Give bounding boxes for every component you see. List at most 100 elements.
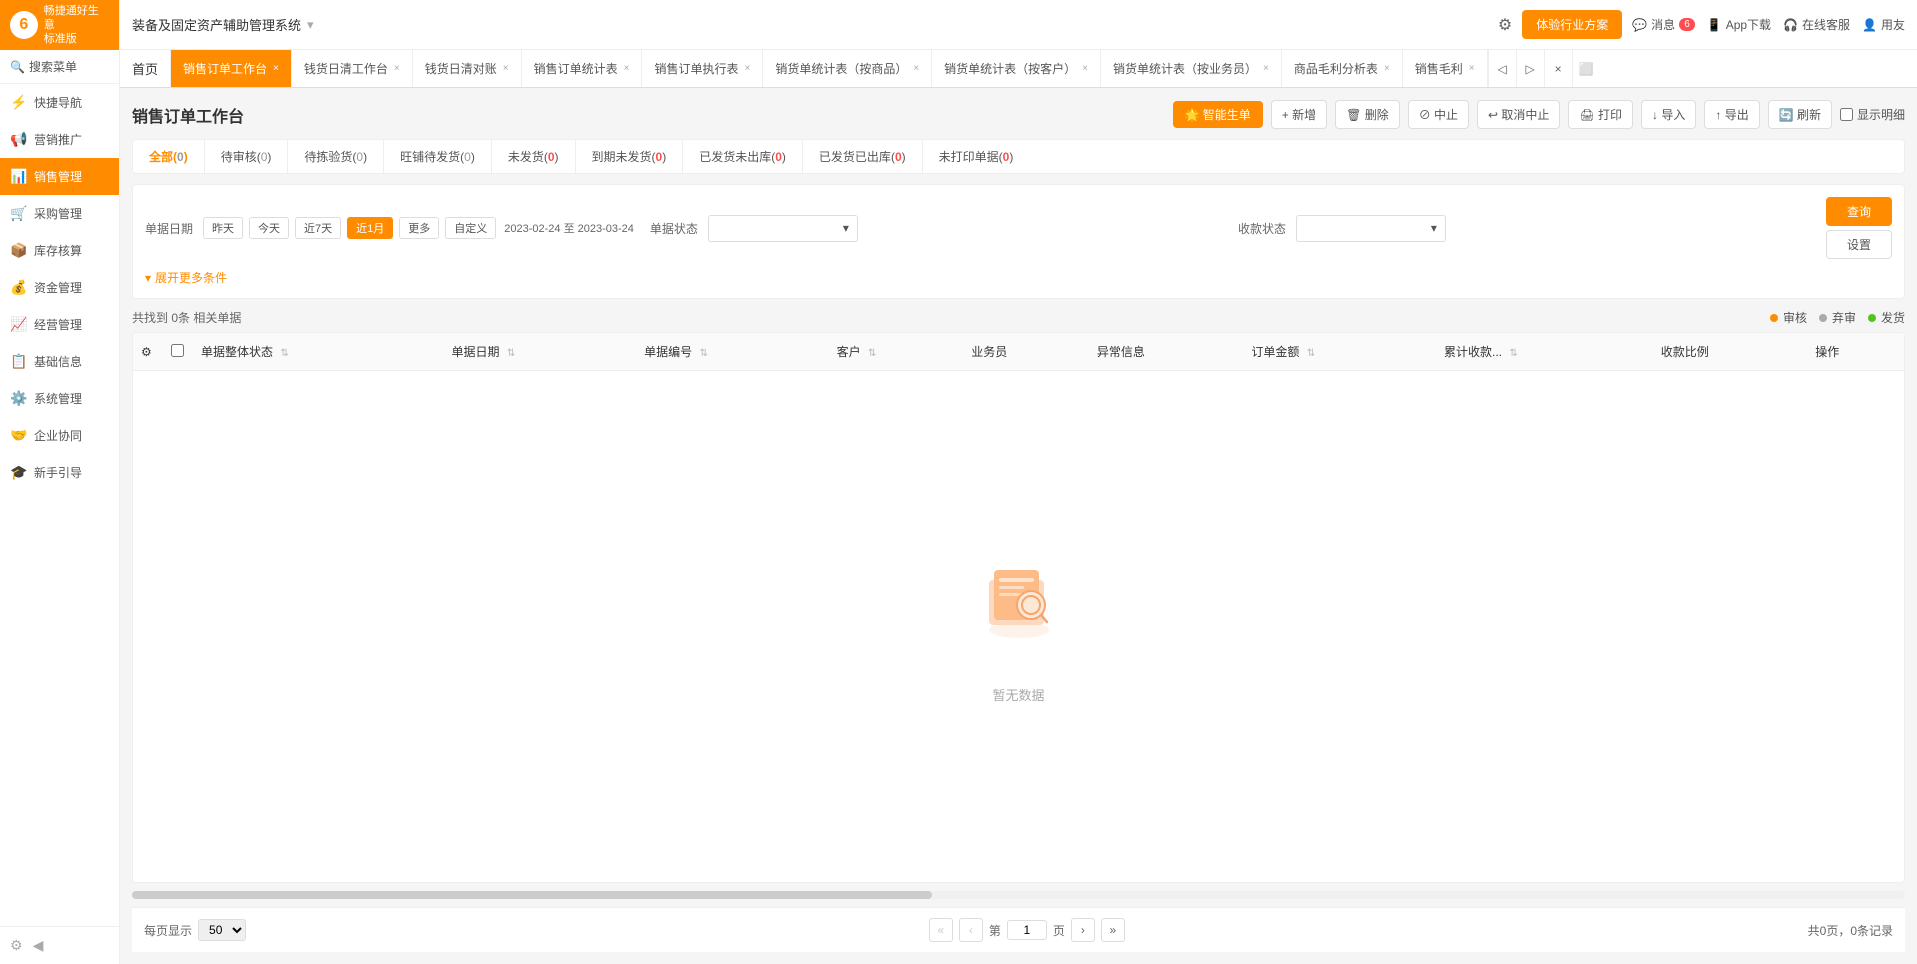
app-download-action[interactable]: 📱 App下载 (1707, 16, 1771, 33)
system-dropdown-arrow[interactable]: ▾ (307, 17, 314, 33)
result-actions: 审核 弃审 发货 (1770, 309, 1905, 326)
setting-button[interactable]: 设置 (1826, 230, 1892, 259)
last-page-button[interactable]: » (1101, 918, 1125, 942)
show-detail-input[interactable] (1840, 108, 1853, 121)
tab-close-sale-by-salesman[interactable]: × (1263, 63, 1269, 74)
filter-tab-pending-inspect[interactable]: 待拣验货(0) (288, 140, 384, 173)
col-received[interactable]: 累计收款... ⇅ (1436, 333, 1653, 371)
tab-sale-by-salesman[interactable]: 销货单统计表（按业务员） × (1101, 50, 1282, 87)
collapse-icon[interactable]: ◀ (33, 937, 44, 954)
sidebar-item-system[interactable]: ⚙️ 系统管理 (0, 380, 119, 417)
sidebar-item-basic[interactable]: 📋 基础信息 (0, 343, 119, 380)
tab-close-cash-clear[interactable]: × (394, 63, 400, 74)
sidebar-item-sales[interactable]: 📊 销售管理 (0, 158, 119, 195)
filter-tab-pending-review[interactable]: 待审核(0) (205, 140, 289, 173)
sidebar-item-marketing[interactable]: 📢 营销推广 (0, 121, 119, 158)
cancel-stop-button[interactable]: ↩ 取消中止 (1477, 100, 1560, 129)
filter-tab-overdue-unshipped[interactable]: 到期未发货(0) (576, 140, 684, 173)
expand-conditions-button[interactable]: ▾ 展开更多条件 (145, 269, 227, 286)
filter-tab-all[interactable]: 全部(0) (133, 140, 205, 173)
sidebar-item-cooperation[interactable]: 🤝 企业协同 (0, 417, 119, 454)
date-btn-today[interactable]: 今天 (249, 217, 289, 239)
first-page-button[interactable]: « (929, 918, 953, 942)
col-customer[interactable]: 客户 ⇅ (829, 333, 964, 371)
col-checkbox[interactable] (163, 333, 193, 371)
unreview-action[interactable]: 弃审 (1819, 309, 1856, 326)
ship-action[interactable]: 发货 (1868, 309, 1905, 326)
review-action[interactable]: 审核 (1770, 309, 1807, 326)
sidebar-search[interactable]: 🔍 搜索菜单 (0, 50, 119, 84)
filter-tab-shipped-not-out[interactable]: 已发货未出库(0) (683, 140, 803, 173)
page-size-select[interactable]: 50 (198, 919, 246, 941)
delete-button[interactable]: 🗑 删除 (1335, 100, 1400, 129)
sidebar-item-purchase[interactable]: 🛒 采购管理 (0, 195, 119, 232)
tab-sales-stat[interactable]: 销售订单统计表 × (522, 50, 643, 87)
date-btn-1month[interactable]: 近1月 (347, 217, 393, 239)
col-date[interactable]: 单据日期 ⇅ (444, 333, 637, 371)
status-select[interactable]: ▾ (708, 215, 858, 242)
tab-close-sales-workbench[interactable]: × (273, 63, 279, 74)
page-number-input[interactable] (1007, 920, 1047, 940)
add-button[interactable]: + 新增 (1271, 100, 1327, 129)
date-btn-more[interactable]: 更多 (399, 217, 439, 239)
message-action[interactable]: 💬 消息 6 (1632, 16, 1695, 33)
online-service-action[interactable]: 🎧 在线客服 (1783, 16, 1850, 33)
col-status[interactable]: 单据整体状态 ⇅ (193, 333, 444, 371)
prev-page-button[interactable]: ‹ (959, 918, 983, 942)
tab-sale-by-customer[interactable]: 销货单统计表（按客户） × (932, 50, 1101, 87)
sidebar-item-guide[interactable]: 🎓 新手引导 (0, 454, 119, 491)
filter-tab-unshipped[interactable]: 未发货(0) (492, 140, 576, 173)
tab-home[interactable]: 首页 (120, 50, 171, 87)
tab-sales-workbench[interactable]: 销售订单工作台 × (171, 50, 292, 87)
refresh-button[interactable]: 🔄 刷新 (1768, 100, 1832, 129)
import-button[interactable]: ↓ 导入 (1641, 100, 1696, 129)
tab-close-all-button[interactable]: × (1544, 50, 1572, 88)
select-all-checkbox[interactable] (171, 344, 184, 357)
date-btn-custom[interactable]: 自定义 (445, 217, 496, 239)
tab-prev-button[interactable]: ◁ (1488, 50, 1516, 88)
show-detail-checkbox[interactable]: 显示明细 (1840, 106, 1905, 123)
tab-sale-by-goods[interactable]: 销货单统计表（按商品） × (763, 50, 932, 87)
filter-tabs: 全部(0) 待审核(0) 待拣验货(0) 旺铺待发货(0) 未发货(0) 到期未… (132, 139, 1905, 174)
tab-close-sales-stat[interactable]: × (624, 63, 630, 74)
tab-profit-analysis[interactable]: 商品毛利分析表 × (1282, 50, 1403, 87)
date-btn-yesterday[interactable]: 昨天 (203, 217, 243, 239)
payment-select[interactable]: ▾ (1296, 215, 1446, 242)
stop-button[interactable]: ⊘ 中止 (1408, 100, 1469, 129)
experience-button[interactable]: 体验行业方案 (1522, 10, 1622, 39)
date-btn-7days[interactable]: 近7天 (295, 217, 341, 239)
export-button[interactable]: ↑ 导出 (1704, 100, 1759, 129)
tab-close-sale-by-goods[interactable]: × (913, 63, 919, 74)
sidebar-item-inventory[interactable]: 📦 库存核算 (0, 232, 119, 269)
user-action[interactable]: 👤 用友 (1862, 16, 1905, 33)
horizontal-scrollbar[interactable] (132, 891, 1905, 899)
col-amount[interactable]: 订单金额 ⇅ (1243, 333, 1436, 371)
smart-create-button[interactable]: 🌟 智能生单 (1173, 101, 1263, 128)
filter-tab-wangpu-ship[interactable]: 旺铺待发货(0) (384, 140, 492, 173)
filter-tab-unprinted[interactable]: 未打印单据(0) (923, 140, 1030, 173)
tab-sales-exec[interactable]: 销售订单执行表 × (642, 50, 763, 87)
filter-tab-shipped-out[interactable]: 已发货已出库(0) (803, 140, 923, 173)
expand-arrow-icon: ▾ (145, 271, 151, 285)
sidebar-item-operation[interactable]: 📈 经营管理 (0, 306, 119, 343)
tab-cash-clear[interactable]: 钱货日清工作台 × (292, 50, 413, 87)
next-page-button[interactable]: › (1071, 918, 1095, 942)
gear-icon[interactable]: ⚙ (1498, 15, 1512, 35)
col-number[interactable]: 单据编号 ⇅ (636, 333, 829, 371)
tab-close-sales-profit[interactable]: × (1469, 63, 1475, 74)
query-button[interactable]: 查询 (1826, 197, 1892, 226)
tab-close-cash-reconcile[interactable]: × (503, 63, 509, 74)
sidebar-item-nav[interactable]: ⚡ 快捷导航 (0, 84, 119, 121)
sidebar-item-finance[interactable]: 💰 资金管理 (0, 269, 119, 306)
tab-menu-button[interactable]: ⬜ (1572, 50, 1600, 88)
tab-sales-profit[interactable]: 销售毛利 × (1403, 50, 1488, 87)
tab-next-button[interactable]: ▷ (1516, 50, 1544, 88)
settings-icon[interactable]: ⚙ (10, 937, 23, 954)
print-button[interactable]: 🖨 打印 (1568, 100, 1633, 129)
tab-close-sales-exec[interactable]: × (744, 63, 750, 74)
tab-close-profit-analysis[interactable]: × (1384, 63, 1390, 74)
col-settings[interactable]: ⚙ (133, 333, 163, 371)
scrollbar-thumb[interactable] (132, 891, 932, 899)
tab-cash-reconcile[interactable]: 钱货日清对账 × (413, 50, 522, 87)
tab-close-sale-by-customer[interactable]: × (1082, 63, 1088, 74)
